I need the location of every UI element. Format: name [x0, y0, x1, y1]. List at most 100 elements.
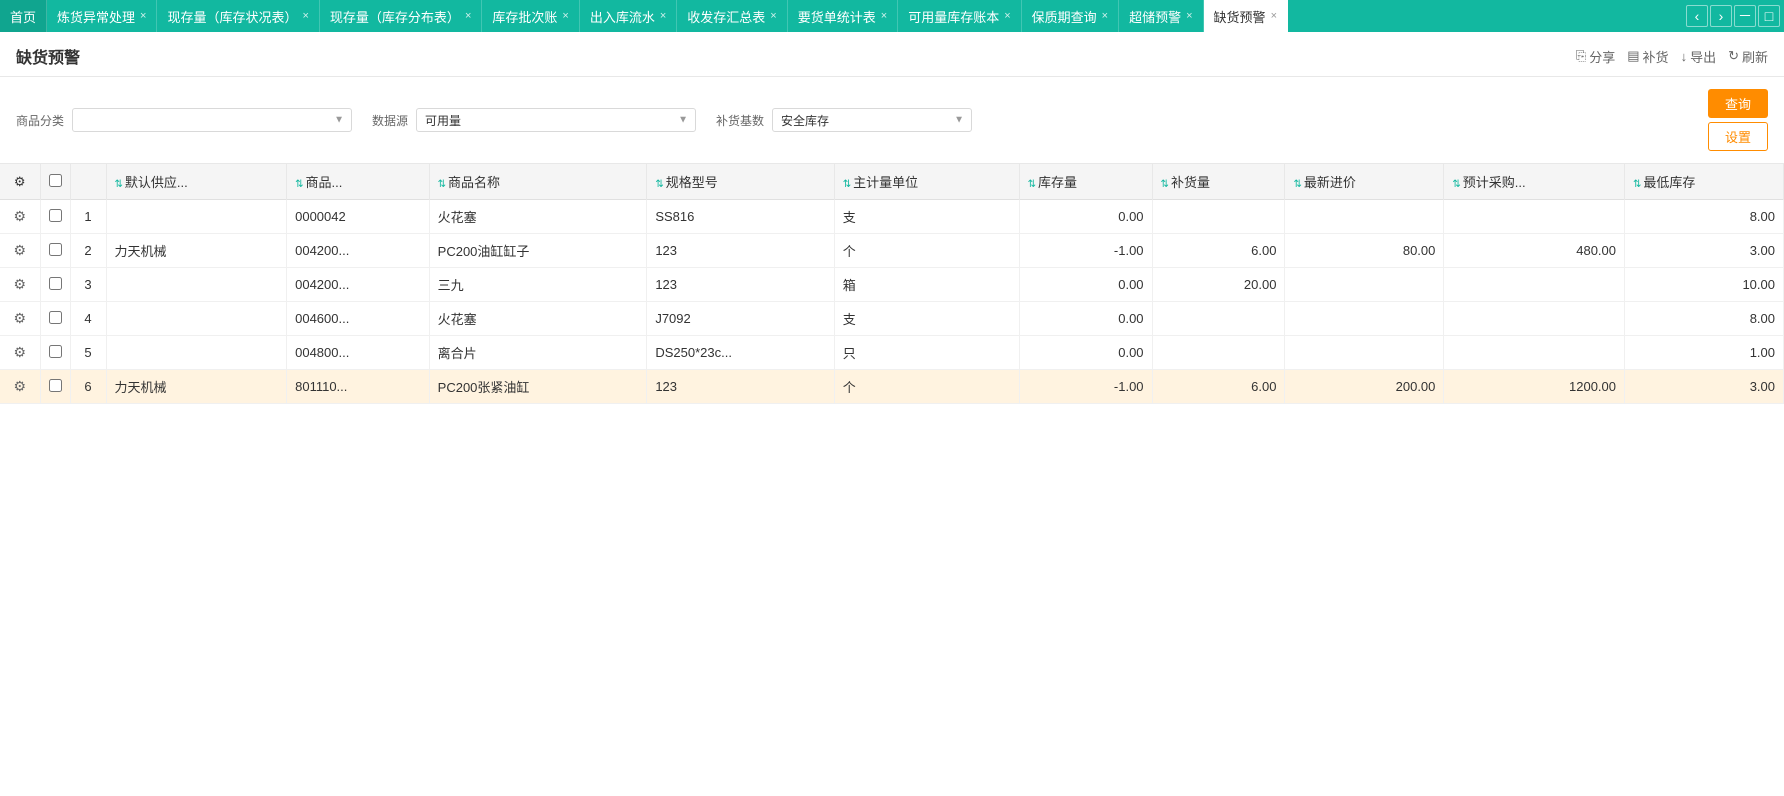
table-row: ⚙ 5 004800... 离合片 DS250*23c... 只 0.00 1.… [0, 336, 1784, 370]
category-filter-group: 商品分类 [16, 108, 352, 132]
tab-stock-status[interactable]: 现存量（库存状况表） × [157, 0, 319, 32]
row-unit-5: 个 [834, 370, 1019, 404]
tab-order-stat[interactable]: 要货单统计表 × [788, 0, 898, 32]
table-row: ⚙ 1 0000042 火花塞 SS816 支 0.00 8.00 [0, 200, 1784, 234]
tab-close-order-stat[interactable]: × [881, 10, 887, 22]
tab-close-summary[interactable]: × [770, 10, 776, 22]
row-min-stock-4: 1.00 [1625, 336, 1784, 370]
row-checkbox-0[interactable] [49, 209, 62, 222]
tab-close-shortage[interactable]: × [1271, 10, 1277, 22]
tab-next-button[interactable]: › [1710, 5, 1732, 27]
row-gear-3[interactable]: ⚙ [0, 302, 40, 336]
col-unit-header[interactable]: ⇅主计量单位 [834, 164, 1019, 200]
tab-close-overstock[interactable]: × [1186, 10, 1192, 22]
tab-home[interactable]: 首页 [0, 0, 47, 32]
row-check-5[interactable] [40, 370, 70, 404]
filter-actions: 查询 设置 [1708, 89, 1768, 151]
row-num-5: 6 [70, 370, 106, 404]
row-min-stock-1: 3.00 [1625, 234, 1784, 268]
data-table: ⚙ ⇅默认供应... ⇅商品... ⇅商品名称 ⇅规格型号 ⇅主计量单位 ⇅库存… [0, 164, 1784, 404]
query-button[interactable]: 查询 [1708, 89, 1768, 118]
row-check-0[interactable] [40, 200, 70, 234]
row-replenish-2: 20.00 [1152, 268, 1285, 302]
row-checkbox-4[interactable] [49, 345, 62, 358]
settings-button[interactable]: 设置 [1708, 122, 1768, 151]
replenish-base-filter-group: 补货基数 [716, 108, 972, 132]
tab-close-inout[interactable]: × [660, 10, 666, 22]
row-check-4[interactable] [40, 336, 70, 370]
row-check-2[interactable] [40, 268, 70, 302]
refresh-icon: ↻ [1728, 48, 1739, 64]
row-unit-3: 支 [834, 302, 1019, 336]
tab-lianhuo[interactable]: 炼货异常处理 × [47, 0, 157, 32]
category-select[interactable] [72, 108, 352, 132]
col-replenish-header[interactable]: ⇅补货量 [1152, 164, 1285, 200]
row-check-3[interactable] [40, 302, 70, 336]
col-supplier-header[interactable]: ⇅默认供应... [106, 164, 287, 200]
tab-prev-button[interactable]: ‹ [1686, 5, 1708, 27]
row-checkbox-5[interactable] [49, 379, 62, 392]
tab-close-stock-dist[interactable]: × [465, 10, 471, 22]
select-all-checkbox[interactable] [49, 174, 62, 187]
row-latest-price-0 [1285, 200, 1444, 234]
col-min-stock-header[interactable]: ⇅最低库存 [1625, 164, 1784, 200]
col-stock-header[interactable]: ⇅库存量 [1019, 164, 1152, 200]
row-checkbox-2[interactable] [49, 277, 62, 290]
datasource-select[interactable] [416, 108, 696, 132]
col-spec-header[interactable]: ⇅规格型号 [647, 164, 834, 200]
tab-stock-dist[interactable]: 现存量（库存分布表） × [320, 0, 482, 32]
row-min-stock-2: 10.00 [1625, 268, 1784, 302]
page-header: 缺货预警 ⎘ 分享 ▤ 补货 ↓ 导出 ↻ 刷新 [0, 32, 1784, 77]
row-supplier-5: 力天机械 [106, 370, 287, 404]
replenish-base-select[interactable] [772, 108, 972, 132]
tab-shortage[interactable]: 缺货预警 × [1204, 0, 1288, 32]
col-check-header[interactable] [40, 164, 70, 200]
page-title: 缺货预警 [16, 44, 80, 68]
row-checkbox-3[interactable] [49, 311, 62, 324]
row-stock-4: 0.00 [1019, 336, 1152, 370]
tab-close-stock-status[interactable]: × [302, 10, 308, 22]
col-gear-header[interactable]: ⚙ [0, 164, 40, 200]
tab-overstock[interactable]: 超储预警 × [1119, 0, 1203, 32]
tab-summary[interactable]: 收发存汇总表 × [677, 0, 787, 32]
row-num-1: 2 [70, 234, 106, 268]
replenish-icon: ▤ [1627, 48, 1639, 64]
datasource-label: 数据源 [372, 112, 408, 129]
row-code-5: 801110... [287, 370, 430, 404]
row-gear-4[interactable]: ⚙ [0, 336, 40, 370]
row-supplier-4 [106, 336, 287, 370]
share-button[interactable]: ⎘ 分享 [1576, 47, 1615, 66]
row-latest-price-5: 200.00 [1285, 370, 1444, 404]
row-supplier-0 [106, 200, 287, 234]
tab-close-available[interactable]: × [1004, 10, 1010, 22]
export-button[interactable]: ↓ 导出 [1681, 47, 1717, 66]
row-check-1[interactable] [40, 234, 70, 268]
col-est-purchase-header[interactable]: ⇅预计采购... [1444, 164, 1625, 200]
col-latest-price-header[interactable]: ⇅最新进价 [1285, 164, 1444, 200]
col-name-header[interactable]: ⇅商品名称 [429, 164, 647, 200]
refresh-button[interactable]: ↻ 刷新 [1728, 47, 1768, 66]
tab-close-lianhuo[interactable]: × [140, 10, 146, 22]
replenish-button[interactable]: ▤ 补货 [1627, 47, 1668, 66]
tab-batch[interactable]: 库存批次账 × [482, 0, 579, 32]
tab-bar: 首页 炼货异常处理 × 现存量（库存状况表） × 现存量（库存分布表） × 库存… [0, 0, 1784, 32]
tab-close-expiry[interactable]: × [1102, 10, 1108, 22]
col-code-header[interactable]: ⇅商品... [287, 164, 430, 200]
row-est-purchase-3 [1444, 302, 1625, 336]
tab-available[interactable]: 可用量库存账本 × [898, 0, 1021, 32]
row-spec-1: 123 [647, 234, 834, 268]
row-gear-0[interactable]: ⚙ [0, 200, 40, 234]
tab-expiry[interactable]: 保质期查询 × [1022, 0, 1119, 32]
row-name-2: 三九 [429, 268, 647, 302]
tab-maximize-button[interactable]: □ [1758, 5, 1780, 27]
row-gear-2[interactable]: ⚙ [0, 268, 40, 302]
row-checkbox-1[interactable] [49, 243, 62, 256]
row-gear-1[interactable]: ⚙ [0, 234, 40, 268]
tab-inout[interactable]: 出入库流水 × [580, 0, 677, 32]
tab-close-batch[interactable]: × [562, 10, 568, 22]
row-num-3: 4 [70, 302, 106, 336]
table-row: ⚙ 2 力天机械 004200... PC200油缸缸子 123 个 -1.00… [0, 234, 1784, 268]
row-gear-5[interactable]: ⚙ [0, 370, 40, 404]
tab-minimize-button[interactable]: － [1734, 5, 1756, 27]
row-spec-0: SS816 [647, 200, 834, 234]
